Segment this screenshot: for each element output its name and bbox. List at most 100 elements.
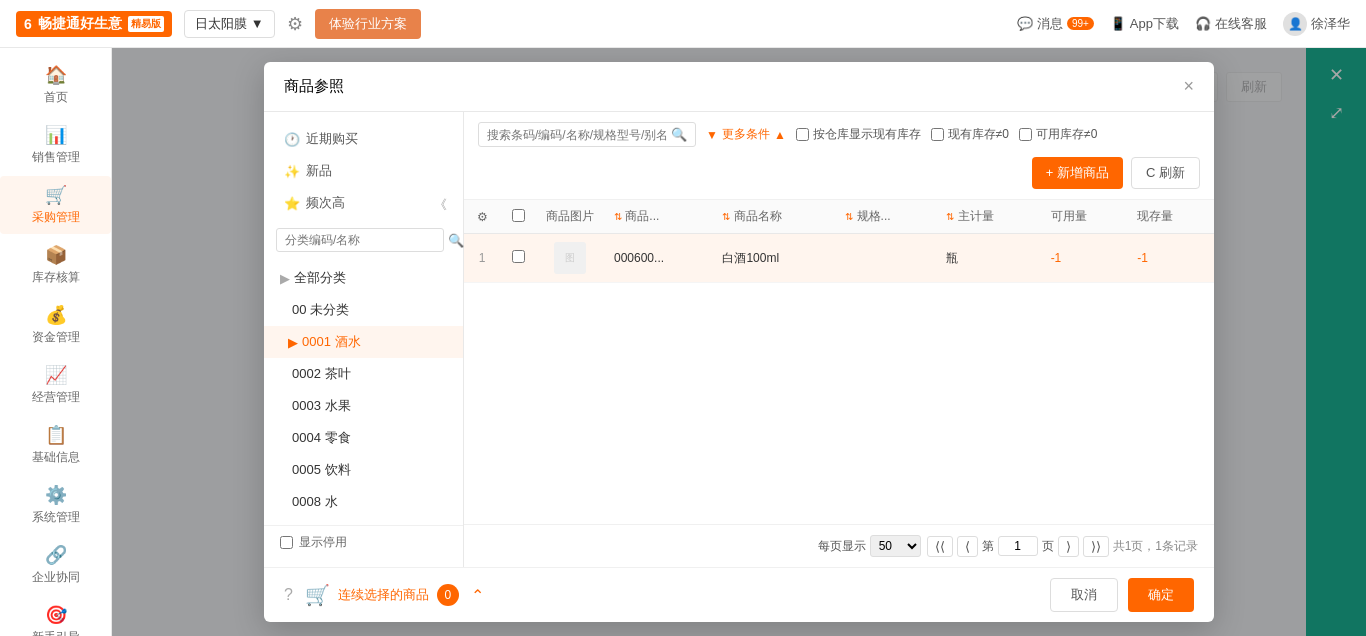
- chevron-down-icon: ▼: [251, 16, 264, 31]
- star-icon: ⭐: [284, 196, 300, 211]
- nav-dropdown[interactable]: 日太阳膜 ▼: [184, 10, 275, 38]
- check-warehouse[interactable]: 按仓库显示现有库存: [796, 126, 921, 143]
- nav-messages[interactable]: 💬 消息 99+: [1017, 15, 1094, 33]
- col-checkbox[interactable]: [500, 200, 536, 234]
- tree-item-0004[interactable]: 0004 零食: [264, 422, 463, 454]
- cart-label: 连续选择的商品: [338, 586, 429, 604]
- nav-messages-label: 消息: [1037, 15, 1063, 33]
- logo-icon: 6: [24, 16, 32, 32]
- confirm-btn[interactable]: 确定: [1128, 578, 1194, 612]
- sidebar-item-system[interactable]: ⚙️ 系统管理: [0, 476, 111, 534]
- sidebar-item-home[interactable]: 🏠 首页: [0, 56, 111, 114]
- category-tree: ▶ 全部分类 00 未分类 ▶ 0001 酒水 0002 茶: [264, 258, 463, 525]
- per-page-dropdown[interactable]: 50 10 20 100: [870, 535, 921, 557]
- modal-header: 商品参照 ×: [264, 62, 1214, 112]
- refresh-btn[interactable]: C 刷新: [1131, 157, 1200, 189]
- finance-icon: 💰: [45, 304, 67, 326]
- sidebar-item-biz[interactable]: 📈 经营管理: [0, 356, 111, 414]
- product-image: 图: [554, 242, 586, 274]
- pagination: 每页显示 50 10 20 100 ⟨⟨ ⟨: [464, 524, 1214, 567]
- product-search-input[interactable]: [487, 128, 667, 142]
- select-all-checkbox[interactable]: [512, 209, 525, 222]
- category-search-input[interactable]: [276, 228, 444, 252]
- check-avail-input[interactable]: [1019, 128, 1032, 141]
- sidebar-item-label: 销售管理: [32, 149, 80, 166]
- last-page-btn[interactable]: ⟩⟩: [1083, 536, 1109, 557]
- col-stock-header: 现存量: [1127, 200, 1214, 234]
- row-avail: -1: [1041, 234, 1128, 283]
- modal-left-nav-new[interactable]: ✨ 新品: [268, 156, 426, 186]
- tree-item-0010[interactable]: 0010 家电: [264, 518, 463, 525]
- first-page-btn[interactable]: ⟨⟨: [927, 536, 953, 557]
- sidebar-item-guide[interactable]: 🎯 新手引导: [0, 596, 111, 636]
- cart-collapse-icon[interactable]: ⌃: [471, 586, 484, 605]
- tree-item-0008[interactable]: 0008 水: [264, 486, 463, 518]
- col-code-header[interactable]: ⇅ 商品...: [604, 200, 712, 234]
- sidebar-item-sales[interactable]: 📊 销售管理: [0, 116, 111, 174]
- row-select-checkbox[interactable]: [512, 250, 525, 263]
- cart-count: 0: [437, 584, 459, 606]
- check-stock[interactable]: 现有库存≠0: [931, 126, 1009, 143]
- filter-btn[interactable]: ▼ 更多条件 ▲: [706, 126, 786, 143]
- purchase-icon: 🛒: [45, 184, 67, 206]
- sidebar-item-basic[interactable]: 📋 基础信息: [0, 416, 111, 474]
- sidebar-item-inventory[interactable]: 📦 库存核算: [0, 236, 111, 294]
- tree-item-0002[interactable]: 0002 茶叶: [264, 358, 463, 390]
- modal-footer: ? 🛒 连续选择的商品 0 ⌃ 取消 确定: [264, 567, 1214, 622]
- check-warehouse-input[interactable]: [796, 128, 809, 141]
- gear-icon[interactable]: ⚙: [287, 13, 303, 35]
- modal-left-nav-recent[interactable]: 🕐 近期购买: [268, 124, 426, 154]
- sidebar-item-finance[interactable]: 💰 资金管理: [0, 296, 111, 354]
- nav-right: 💬 消息 99+ 📱 App下载 🎧 在线客服 👤 徐泽华: [1017, 12, 1350, 36]
- table-row[interactable]: 1 图 000: [464, 234, 1214, 283]
- col-spec-header[interactable]: ⇅ 规格...: [835, 200, 936, 234]
- nav-service[interactable]: 🎧 在线客服: [1195, 15, 1267, 33]
- cancel-btn[interactable]: 取消: [1050, 578, 1118, 612]
- sales-icon: 📊: [45, 124, 67, 146]
- tree-item-0003[interactable]: 0003 水果: [264, 390, 463, 422]
- modal-left-nav-freq[interactable]: ⭐ 频次高: [268, 188, 426, 218]
- next-page-btn[interactable]: ⟩: [1058, 536, 1079, 557]
- sidebar-item-label: 企业协同: [32, 569, 80, 586]
- biz-icon: 📈: [45, 364, 67, 386]
- col-name-header[interactable]: ⇅ 商品名称: [712, 200, 835, 234]
- prev-page-btn[interactable]: ⟨: [957, 536, 978, 557]
- show-disabled-checkbox[interactable]: [280, 536, 293, 549]
- logo-text: 畅捷通好生意: [38, 15, 122, 33]
- nav-user[interactable]: 👤 徐泽华: [1283, 12, 1350, 36]
- col-settings[interactable]: ⚙: [464, 200, 500, 234]
- sidebar-item-purchase[interactable]: 🛒 采购管理: [0, 176, 111, 234]
- sort-icon: ⇅: [946, 211, 954, 222]
- tree-arrow-0001: ▶: [288, 335, 298, 350]
- row-spec: [835, 234, 936, 283]
- logo: 6 畅捷通好生意 精易版: [16, 11, 172, 37]
- help-icon[interactable]: ?: [284, 586, 293, 604]
- product-search-bar[interactable]: 🔍: [478, 122, 696, 147]
- row-code: 000600...: [604, 234, 712, 283]
- tree-item-00[interactable]: 00 未分类: [264, 294, 463, 326]
- sidebar-item-corp[interactable]: 🔗 企业协同: [0, 536, 111, 594]
- filter-icon: ▼: [706, 128, 718, 142]
- exp-btn[interactable]: 体验行业方案: [315, 9, 421, 39]
- row-img: 图: [536, 234, 604, 283]
- check-avail[interactable]: 可用库存≠0: [1019, 126, 1097, 143]
- row-unit: 瓶: [936, 234, 1040, 283]
- tree-item-all[interactable]: ▶ 全部分类: [264, 262, 463, 294]
- show-disabled-label: 显示停用: [299, 534, 347, 551]
- page-number-input[interactable]: [998, 536, 1038, 556]
- modal-close-btn[interactable]: ×: [1183, 76, 1194, 97]
- add-product-btn[interactable]: + 新增商品: [1032, 157, 1123, 189]
- nav-app-download[interactable]: 📱 App下载: [1110, 15, 1179, 33]
- check-stock-input[interactable]: [931, 128, 944, 141]
- system-icon: ⚙️: [45, 484, 67, 506]
- main-layout: 🏠 首页 📊 销售管理 🛒 采购管理 📦 库存核算 💰 资金管理 📈 经营管理 …: [0, 48, 1366, 636]
- col-unit-header[interactable]: ⇅ 主计量: [936, 200, 1040, 234]
- sidebar-item-label: 经营管理: [32, 389, 80, 406]
- left-collapse-btn[interactable]: 《: [426, 192, 455, 218]
- tree-item-0001[interactable]: ▶ 0001 酒水: [264, 326, 463, 358]
- tree-item-0005[interactable]: 0005 饮料: [264, 454, 463, 486]
- logo-badge: 精易版: [128, 16, 164, 32]
- modal-dialog: 商品参照 × 🕐 近期购买: [264, 62, 1214, 622]
- top-nav: 6 畅捷通好生意 精易版 日太阳膜 ▼ ⚙ 体验行业方案 💬 消息 99+ 📱 …: [0, 0, 1366, 48]
- row-checkbox[interactable]: [500, 234, 536, 283]
